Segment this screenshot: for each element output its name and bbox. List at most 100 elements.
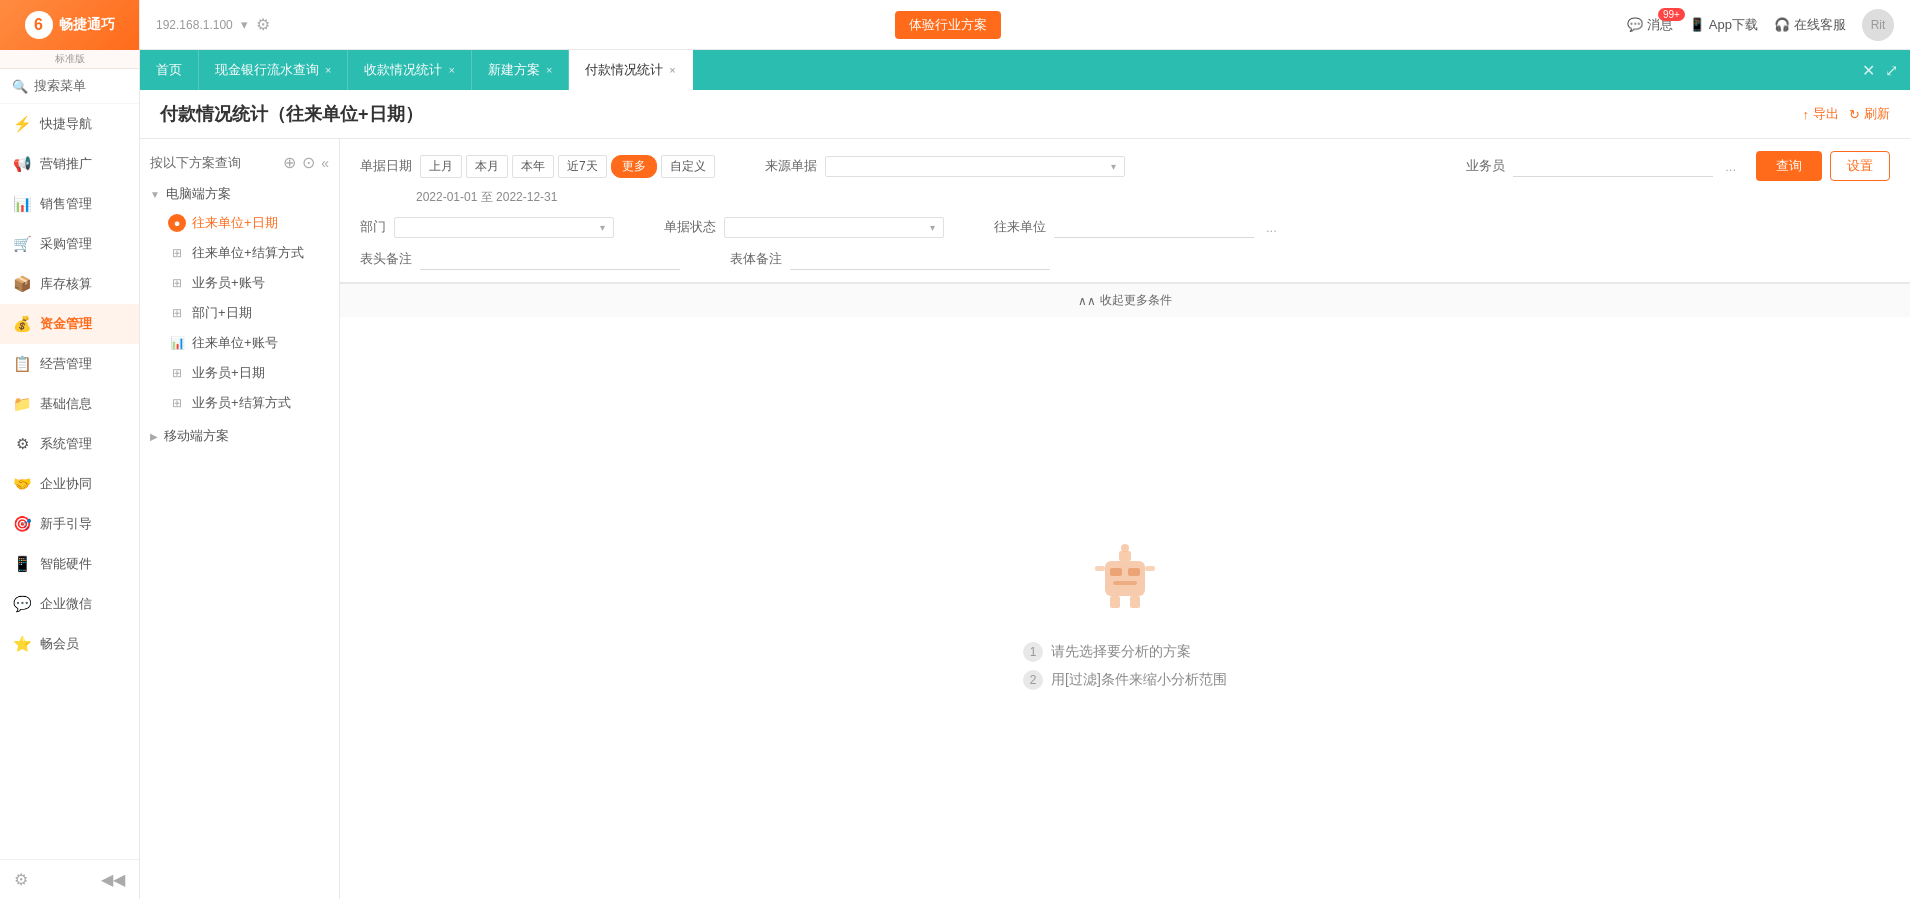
sidebar-item-marketing[interactable]: 📢 营销推广 [0,144,139,184]
scheme-item-salesman-settle[interactable]: ⊞ 业务员+结算方式 [140,388,339,418]
svg-rect-9 [1130,596,1140,608]
sidebar-item-enterprise[interactable]: 🤝 企业协同 [0,464,139,504]
empty-robot-icon [1075,526,1175,626]
tab-home[interactable]: 首页 [140,50,199,90]
collapse-btn-label: 收起更多条件 [1100,292,1172,309]
date-btn-custom[interactable]: 自定义 [661,155,715,178]
maximize-icon[interactable]: ⤢ [1885,61,1898,80]
page-header: 付款情况统计（往来单位+日期） ↑ 导出 ↻ 刷新 [140,90,1910,139]
header-note-input[interactable] [420,248,680,270]
page-body: 按以下方案查询 ⊕ ⊙ « ▼ 电脑端方案 [140,139,1910,899]
scheme-group-mobile-header[interactable]: ▶ 移动端方案 [140,422,339,450]
sidebar-item-basic-info[interactable]: 📁 基础信息 [0,384,139,424]
date-buttons: 上月 本月 本年 近7天 更多 自定义 [420,155,715,178]
sidebar-item-inventory[interactable]: 📦 库存核算 [0,264,139,304]
scheme-group-pc-header[interactable]: ▼ 电脑端方案 [140,180,339,208]
quick-nav-icon: ⚡ [12,114,32,134]
sidebar-item-label: 快捷导航 [40,115,92,133]
mobile-icon: 📱 [1689,17,1705,32]
filter-settings-button[interactable]: 设置 [1830,151,1890,181]
right-content: 单据日期 上月 本月 本年 近7天 更多 自定义 [340,139,1910,899]
sidebar-item-member[interactable]: ⭐ 畅会员 [0,624,139,664]
salesman-ellipsis[interactable]: ... [1725,159,1736,174]
topbar: 192.168.1.100 ▾ ⚙ 体验行业方案 💬 消息 99+ 📱 App下… [140,0,1910,50]
date-btn-this-month[interactable]: 本月 [466,155,508,178]
tab-bank-flow[interactable]: 现金银行流水查询 × [199,50,348,90]
refresh-label: 刷新 [1864,105,1890,123]
sidebar-item-guide[interactable]: 🎯 新手引导 [0,504,139,544]
scheme-item-contact-account[interactable]: 📊 往来单位+账号 [140,328,339,358]
contact-label: 往来单位 [994,218,1046,236]
trial-button[interactable]: 体验行业方案 [895,11,1001,39]
scheme-header-label: 按以下方案查询 [150,154,241,172]
tab-receipts-close-icon[interactable]: × [448,64,454,76]
tab-payments[interactable]: 付款情况统计 × [569,50,692,90]
search-menu-item[interactable]: 🔍 搜索菜单 [0,69,139,104]
scheme-item-contact-settle-label: 往来单位+结算方式 [192,244,304,262]
close-all-tabs-icon[interactable]: ✕ [1862,61,1875,80]
date-btn-last-month[interactable]: 上月 [420,155,462,178]
sidebar-item-label: 系统管理 [40,435,92,453]
topbar-settings-icon[interactable]: ⚙ [256,15,270,34]
refresh-button[interactable]: ↻ 刷新 [1849,105,1890,123]
contact-input[interactable] [1054,216,1254,238]
sidebar-item-wechat[interactable]: 💬 企业微信 [0,584,139,624]
sidebar-collapse-icon[interactable]: ◀◀ [101,870,125,889]
svg-rect-3 [1113,581,1137,585]
sidebar-settings-icon[interactable]: ⚙ [14,870,28,889]
filter-group-body-note: 表体备注 [730,248,1050,270]
search-menu-label: 搜索菜单 [34,77,86,95]
scheme-settings-icon[interactable]: ⊙ [302,153,315,172]
scheme-collapse-icon[interactable]: « [321,155,329,171]
collapse-bar[interactable]: ∧∧ 收起更多条件 [340,283,1910,317]
scheme-item-contact-date-label: 往来单位+日期 [192,214,278,232]
empty-tip-1: 1 请先选择要分析的方案 [1023,642,1227,662]
query-button[interactable]: 查询 [1756,151,1822,181]
dept-select[interactable]: ▾ [394,217,614,238]
date-btn-more[interactable]: 更多 [611,155,657,178]
sidebar-item-purchase[interactable]: 🛒 采购管理 [0,224,139,264]
notifications-button[interactable]: 💬 消息 99+ [1627,16,1673,34]
tab-new-scheme-close-icon[interactable]: × [546,64,552,76]
body-note-input[interactable] [790,248,1050,270]
header-note-label: 表头备注 [360,250,412,268]
sidebar-item-system[interactable]: ⚙ 系统管理 [0,424,139,464]
scheme-item-dept-date[interactable]: ⊞ 部门+日期 [140,298,339,328]
sidebar-item-hardware[interactable]: 📱 智能硬件 [0,544,139,584]
salesman-input[interactable] [1513,155,1713,177]
scheme-item-salesman-date[interactable]: ⊞ 业务员+日期 [140,358,339,388]
app-download-label: App下载 [1709,16,1758,34]
source-select[interactable]: ▾ [825,156,1125,177]
export-button[interactable]: ↑ 导出 [1803,105,1840,123]
scheme-item-table-icon-3: ⊞ [168,304,186,322]
doc-status-select[interactable]: ▾ [724,217,944,238]
filter-row-2: 部门 ▾ 单据状态 ▾ [360,216,1890,238]
tab-new-scheme[interactable]: 新建方案 × [472,50,569,90]
filter-group-source: 来源单据 ▾ [765,156,1416,177]
add-scheme-icon[interactable]: ⊕ [283,153,296,172]
user-avatar[interactable]: Rit [1862,9,1894,41]
address-dropdown-icon[interactable]: ▾ [241,17,248,32]
scheme-item-salesman-account[interactable]: ⊞ 业务员+账号 [140,268,339,298]
sidebar-item-quick-nav[interactable]: ⚡ 快捷导航 [0,104,139,144]
doc-status-label: 单据状态 [664,218,716,236]
sidebar-item-operations[interactable]: 📋 经营管理 [0,344,139,384]
sidebar-item-sales[interactable]: 📊 销售管理 [0,184,139,224]
contact-ellipsis[interactable]: ... [1266,220,1277,235]
date-btn-7days[interactable]: 近7天 [558,155,607,178]
filter-group-salesman: 业务员 ... [1466,155,1736,177]
scheme-item-contact-settle[interactable]: ⊞ 往来单位+结算方式 [140,238,339,268]
scheme-group-mobile: ▶ 移动端方案 [140,422,339,450]
mobile-group-label: 移动端方案 [164,427,229,445]
online-service-button[interactable]: 🎧 在线客服 [1774,16,1846,34]
scheme-item-table-icon-2: ⊞ [168,274,186,292]
tab-bank-flow-close-icon[interactable]: × [325,64,331,76]
date-btn-this-year[interactable]: 本年 [512,155,554,178]
tip-text-1: 请先选择要分析的方案 [1051,643,1191,661]
tab-payments-close-icon[interactable]: × [669,64,675,76]
app-download-button[interactable]: 📱 App下载 [1689,16,1758,34]
scheme-item-contact-date[interactable]: ● 往来单位+日期 [140,208,339,238]
sidebar-item-finance[interactable]: 💰 资金管理 [0,304,139,344]
tab-receipts[interactable]: 收款情况统计 × [348,50,471,90]
content-area: 付款情况统计（往来单位+日期） ↑ 导出 ↻ 刷新 [140,90,1910,899]
